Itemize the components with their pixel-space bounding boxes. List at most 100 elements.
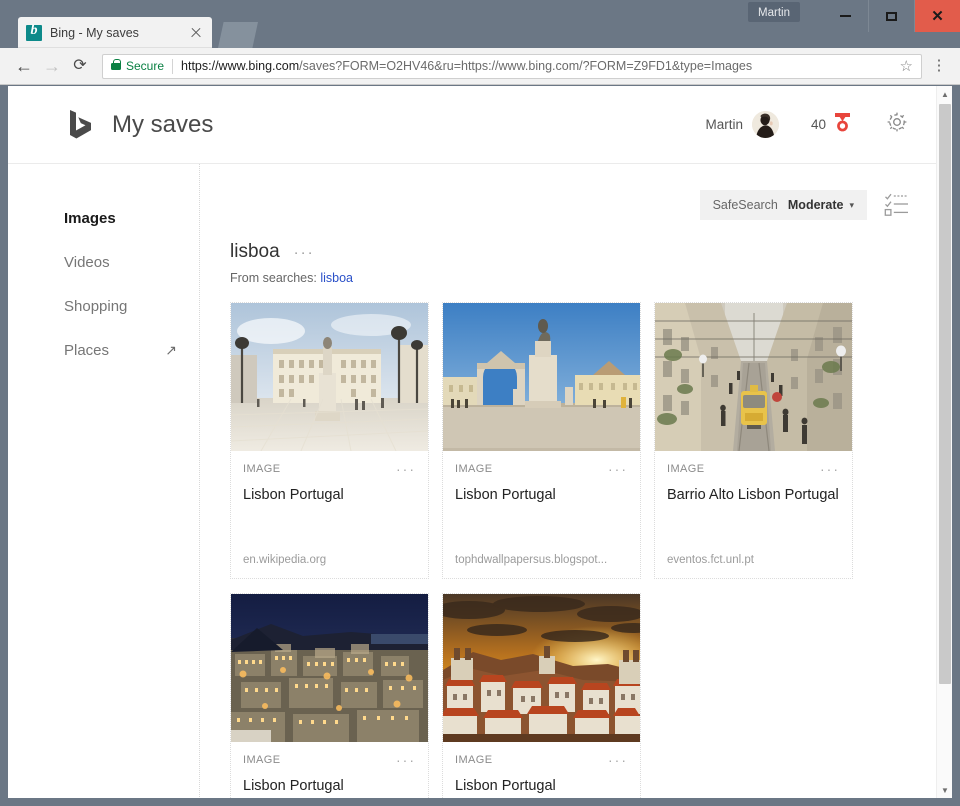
tab-strip: Bing - My saves Martin ✕ [0, 0, 960, 48]
saved-cards-grid: IMAGE ··· Lisbon Portugal en.wikipedia.o… [230, 302, 910, 798]
medal-icon [833, 112, 852, 138]
url-host: https://www.bing.com [181, 59, 300, 73]
saved-card[interactable]: IMAGE ··· Barrio Alto Lisbon Portugal ev… [654, 302, 853, 579]
address-bar[interactable]: Secure https://www.bing.com/saves?FORM=O… [102, 53, 922, 79]
card-title: Lisbon Portugal [455, 487, 556, 503]
bing-logo-icon[interactable] [64, 108, 98, 142]
card-meta: IMAGE ··· [231, 451, 428, 476]
card-title: Lisbon Portugal [243, 778, 344, 794]
content-toolbar: SafeSearch Moderate ▾ [230, 190, 910, 220]
content-area: SafeSearch Moderate ▾ lisboa ··· From se… [200, 164, 936, 798]
maximize-button[interactable] [868, 0, 914, 32]
sidebar-item-label: Images [64, 209, 116, 227]
card-menu-icon[interactable]: ··· [608, 462, 628, 476]
url-text: https://www.bing.com/saves?FORM=O2HV46&r… [181, 59, 894, 73]
gear-icon[interactable] [886, 111, 908, 138]
close-tab-icon[interactable] [188, 25, 204, 41]
page-scrollbar[interactable]: ▲ ▼ [936, 86, 952, 798]
from-searches: From searches: lisboa [230, 271, 910, 285]
card-kind-label: IMAGE [455, 754, 493, 766]
from-searches-link[interactable]: lisboa [320, 271, 353, 285]
from-searches-label: From searches: [230, 271, 317, 285]
reload-button[interactable]: ⟳ [66, 52, 94, 80]
bookmark-star-icon[interactable]: ☆ [900, 57, 913, 75]
browser-menu-icon[interactable]: ⋮ [928, 59, 950, 73]
forward-arrow-icon: → [43, 56, 61, 76]
scrollbar-thumb[interactable] [939, 104, 951, 684]
header-user-name[interactable]: Martin [705, 117, 743, 132]
browser-window: Bing - My saves Martin ✕ ← → ⟳ [0, 0, 960, 806]
page-viewport: My saves Martin 40 Images Videos Shoppin… [8, 86, 952, 798]
card-title: Lisbon Portugal [243, 487, 344, 503]
browser-tab[interactable]: Bing - My saves [18, 17, 212, 48]
security-label: Secure [126, 59, 165, 73]
page-body: Images Videos Shopping Places ↗ SafeSear… [8, 164, 936, 798]
saved-card[interactable]: IMAGE ··· Lisbon Portugal [230, 593, 429, 798]
sidebar-item-label: Places [64, 341, 110, 359]
safesearch-dropdown[interactable]: SafeSearch Moderate ▾ [699, 190, 867, 220]
collection-header: lisboa ··· From searches: lisboa [230, 241, 910, 285]
sidebar-item-shopping[interactable]: Shopping [64, 284, 199, 328]
card-source: tophdwallpapersus.blogspot... [455, 554, 608, 566]
new-tab-button[interactable] [218, 22, 258, 48]
url-path: /saves?FORM=O2HV46&ru=https://www.bing.c… [299, 59, 753, 73]
bing-favicon-icon [26, 23, 42, 41]
card-menu-icon[interactable]: ··· [396, 753, 416, 767]
sidebar-item-videos[interactable]: Videos [64, 240, 199, 284]
sidebar-item-images[interactable]: Images [64, 196, 199, 240]
chevron-down-icon: ▾ [849, 199, 854, 210]
lock-icon [111, 58, 121, 70]
saved-card[interactable]: IMAGE ··· Lisbon Portugal tophdwallpaper… [442, 302, 641, 579]
card-kind-label: IMAGE [243, 754, 281, 766]
card-kind-label: IMAGE [243, 463, 281, 475]
card-source: en.wikipedia.org [243, 554, 327, 566]
close-icon: ✕ [931, 7, 944, 25]
profile-chip[interactable]: Martin [748, 2, 800, 22]
card-meta: IMAGE ··· [443, 742, 640, 767]
card-kind-label: IMAGE [667, 463, 705, 475]
reward-points: 40 [810, 117, 826, 132]
avatar[interactable] [751, 111, 779, 138]
card-thumbnail-bica-funicular-tram[interactable] [655, 303, 852, 451]
card-menu-icon[interactable]: ··· [608, 753, 628, 767]
card-thumbnail-lisbon-plaza-day[interactable] [231, 303, 428, 451]
card-thumbnail-praca-do-comercio[interactable] [443, 303, 640, 451]
page-title: My saves [112, 110, 214, 138]
card-meta: IMAGE ··· [443, 451, 640, 476]
forward-button: → [38, 52, 66, 80]
safesearch-label: SafeSearch [712, 198, 778, 212]
minimize-button[interactable] [822, 0, 868, 32]
sidebar: Images Videos Shopping Places ↗ [8, 164, 200, 797]
collection-menu-icon[interactable]: ··· [294, 245, 315, 260]
window-controls: ✕ [822, 0, 960, 32]
card-thumbnail-alfama-sunset[interactable] [443, 594, 640, 742]
card-title: Lisbon Portugal [455, 778, 556, 794]
card-menu-icon[interactable]: ··· [396, 462, 416, 476]
sidebar-item-label: Videos [64, 253, 110, 271]
back-arrow-icon: ← [15, 56, 33, 76]
page-header: My saves Martin 40 [8, 86, 936, 164]
omnibox-divider [172, 58, 174, 74]
reload-icon: ⟳ [73, 57, 87, 74]
scroll-up-icon[interactable]: ▲ [937, 86, 952, 102]
card-title: Barrio Alto Lisbon Portugal [667, 487, 839, 503]
rewards[interactable]: 40 [811, 112, 852, 138]
scroll-down-icon[interactable]: ▼ [937, 782, 952, 798]
saved-card[interactable]: IMAGE ··· Lisbon Portugal [442, 593, 641, 798]
saved-card[interactable]: IMAGE ··· Lisbon Portugal en.wikipedia.o… [230, 302, 429, 579]
tab-title: Bing - My saves [50, 25, 139, 40]
card-thumbnail-lisbon-night-skyline[interactable] [231, 594, 428, 742]
window-bottom-edge [0, 798, 960, 806]
card-meta: IMAGE ··· [231, 742, 428, 767]
sidebar-item-label: Shopping [64, 297, 128, 315]
close-window-button[interactable]: ✕ [914, 0, 960, 32]
browser-toolbar: ← → ⟳ Secure https://www.bing.com/saves?… [0, 48, 960, 85]
back-button[interactable]: ← [10, 52, 38, 80]
sidebar-item-places[interactable]: Places ↗ [64, 328, 199, 372]
card-menu-icon[interactable]: ··· [820, 462, 840, 476]
safesearch-value: Moderate [787, 198, 844, 212]
collection-title-row: lisboa ··· [230, 241, 910, 263]
external-link-icon: ↗ [165, 341, 177, 358]
select-list-icon[interactable] [884, 192, 910, 218]
card-meta: IMAGE ··· [655, 451, 852, 476]
